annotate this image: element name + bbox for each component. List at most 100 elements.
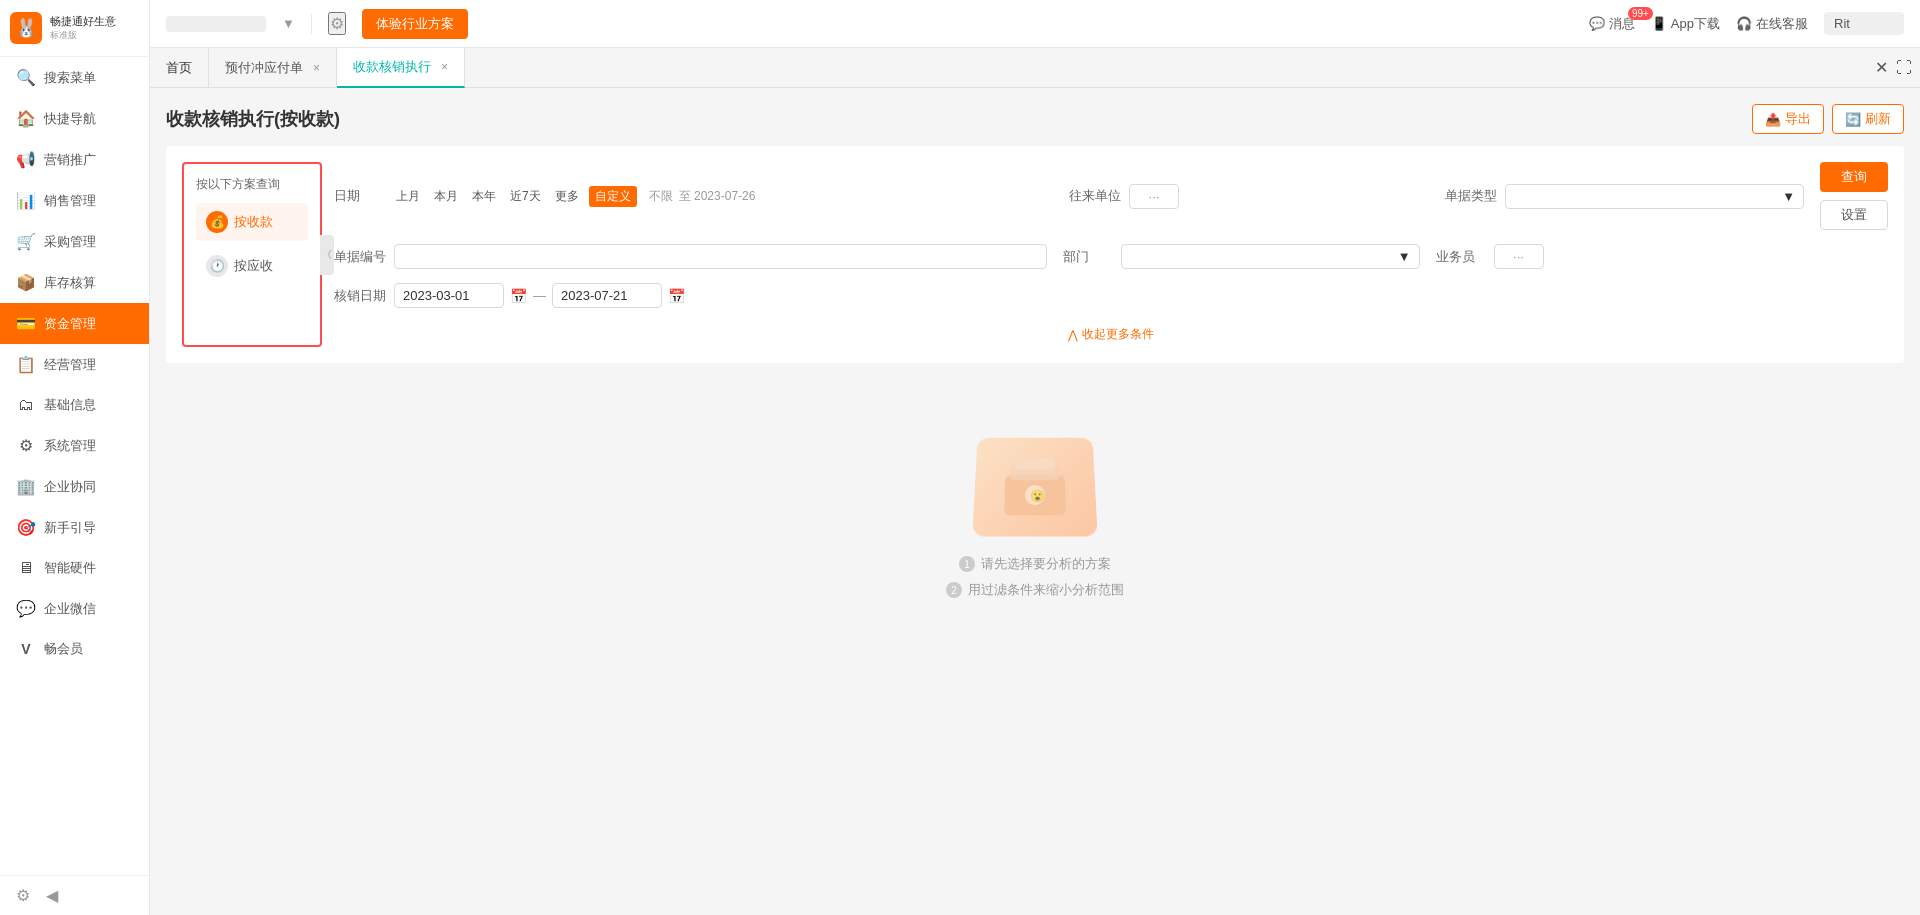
tab-close-btn[interactable]: ✕ <box>1875 58 1888 77</box>
tabbar: 首页 预付冲应付单 × 收款核销执行 × ✕ ⛶ <box>150 48 1920 88</box>
topbar-brand <box>166 16 266 32</box>
topbar-app-download[interactable]: 📱 App下载 <box>1651 15 1720 33</box>
wechat-icon: 💬 <box>16 599 36 618</box>
dept-label: 部门 <box>1063 248 1113 266</box>
doc-type-label: 单据类型 <box>1445 187 1497 205</box>
staff-input[interactable]: ··· <box>1494 244 1544 269</box>
sidebar-item-operation[interactable]: 📋 经营管理 <box>0 344 149 385</box>
sidebar-item-collab[interactable]: 🏢 企业协同 <box>0 466 149 507</box>
date-btn-this-month[interactable]: 本月 <box>430 186 462 207</box>
sidebar-item-marketing[interactable]: 📢 营销推广 <box>0 139 149 180</box>
topbar-gear-btn[interactable]: ⚙ <box>328 12 346 35</box>
doc-type-select[interactable]: ▼ <box>1505 184 1805 209</box>
tab-close-collection[interactable]: × <box>441 60 448 74</box>
tab-close-prepay[interactable]: × <box>313 61 320 75</box>
operation-icon: 📋 <box>16 355 36 374</box>
home-icon: 🏠 <box>16 109 36 128</box>
filter-group-doc-type: 单据类型 ▼ <box>1445 184 1805 209</box>
collab-icon: 🏢 <box>16 477 36 496</box>
collapse-more-icon: ⋀ <box>1068 328 1078 342</box>
staff-label: 业务员 <box>1436 248 1486 266</box>
sidebar-item-finance[interactable]: 💳 资金管理 <box>0 303 149 344</box>
filter-panel-collapse-btn[interactable]: 《 <box>320 235 334 275</box>
cancel-date-end-icon[interactable]: 📅 <box>668 288 685 304</box>
tab-home[interactable]: 首页 <box>150 48 209 87</box>
dept-select[interactable]: ▼ <box>1121 244 1420 269</box>
tab-prepay[interactable]: 预付冲应付单 × <box>209 48 337 87</box>
topbar-user[interactable]: Rit <box>1824 12 1904 35</box>
inventory-icon: 📦 <box>16 273 36 292</box>
refresh-icon: 🔄 <box>1845 112 1861 127</box>
sales-icon: 📊 <box>16 191 36 210</box>
filter-row-3: 核销日期 📅 — 📅 <box>334 283 1888 308</box>
filter-group-date: 日期 上月 本月 本年 近7天 更多 自定义 不限 至 2023-07-26 <box>334 186 1053 207</box>
sidebar-logo: 🐰 畅捷通好生意 标准版 <box>0 0 149 57</box>
member-icon: V <box>16 641 36 657</box>
setting-btn[interactable]: 设置 <box>1820 200 1888 230</box>
filter-option-collection[interactable]: 💰 按收款 <box>196 203 308 241</box>
filter-row-1: 日期 上月 本月 本年 近7天 更多 自定义 不限 至 2023-07-26 <box>334 162 1888 230</box>
collection-option-icon: 💰 <box>206 211 228 233</box>
query-btn[interactable]: 查询 <box>1820 162 1888 192</box>
filter-group-staff: 业务员 ··· <box>1436 244 1793 269</box>
cancel-date-start-icon[interactable]: 📅 <box>510 288 527 304</box>
page-title: 收款核销执行(按收款) <box>166 107 340 131</box>
filter-panel-title: 按以下方案查询 <box>196 176 308 193</box>
collapse-sidebar-icon[interactable]: ◀ <box>46 886 58 905</box>
cancel-date-range: 📅 — 📅 <box>394 283 685 308</box>
sidebar-item-basic[interactable]: 🗂 基础信息 <box>0 385 149 425</box>
date-btn-last-month[interactable]: 上月 <box>392 186 424 207</box>
sidebar-item-member[interactable]: V 畅会员 <box>0 629 149 669</box>
topbar-online-service[interactable]: 🎧 在线客服 <box>1736 15 1808 33</box>
solution-btn[interactable]: 体验行业方案 <box>362 9 468 39</box>
service-icon: 🎧 <box>1736 16 1752 31</box>
unit-label: 往来单位 <box>1069 187 1121 205</box>
date-btn-custom[interactable]: 自定义 <box>589 186 637 207</box>
filter-group-cancel-date: 核销日期 📅 — 📅 <box>334 283 1047 308</box>
sidebar-item-search[interactable]: 🔍 搜索菜单 <box>0 57 149 98</box>
system-icon: ⚙ <box>16 436 36 455</box>
topbar-divider <box>311 14 312 34</box>
filter-action-btns: 查询 设置 <box>1820 162 1888 230</box>
sidebar-item-nav[interactable]: 🏠 快捷导航 <box>0 98 149 139</box>
empty-hint-2: 2 用过滤条件来缩小分析范围 <box>946 581 1124 599</box>
page-content: 收款核销执行(按收款) 📤 导出 🔄 刷新 按以下方案查询 💰 按收款 <box>150 88 1920 915</box>
sidebar-item-sales[interactable]: 📊 销售管理 <box>0 180 149 221</box>
filter-fields: 日期 上月 本月 本年 近7天 更多 自定义 不限 至 2023-07-26 <box>334 162 1888 347</box>
date-shortcuts: 上月 本月 本年 近7天 更多 自定义 不限 至 2023-07-26 <box>392 186 755 207</box>
sidebar-item-guide[interactable]: 🎯 新手引导 <box>0 507 149 548</box>
cancel-date-start[interactable] <box>394 283 504 308</box>
sidebar-item-wechat[interactable]: 💬 企业微信 <box>0 588 149 629</box>
date-label: 日期 <box>334 187 384 205</box>
date-no-limit: 不限 <box>649 188 673 205</box>
logo-text: 畅捷通好生意 标准版 <box>50 14 116 41</box>
filter-option-receivable[interactable]: 🕐 按应收 <box>196 247 308 285</box>
date-to-text: 至 2023-07-26 <box>679 188 756 205</box>
sidebar-item-purchase[interactable]: 🛒 采购管理 <box>0 221 149 262</box>
guide-icon: 🎯 <box>16 518 36 537</box>
collapse-more-btn[interactable]: ⋀ 收起更多条件 <box>334 322 1888 347</box>
svg-rect-2 <box>1015 458 1054 469</box>
date-btn-more[interactable]: 更多 <box>551 186 583 207</box>
refresh-btn[interactable]: 🔄 刷新 <box>1832 104 1904 134</box>
topbar-chevron-icon[interactable]: ▼ <box>282 16 295 31</box>
sidebar-item-inventory[interactable]: 📦 库存核算 <box>0 262 149 303</box>
date-btn-7days[interactable]: 近7天 <box>506 186 545 207</box>
filter-group-dept: 部门 ▼ <box>1063 244 1420 269</box>
date-btn-this-year[interactable]: 本年 <box>468 186 500 207</box>
export-btn[interactable]: 📤 导出 <box>1752 104 1824 134</box>
sidebar-nav: 🔍 搜索菜单 🏠 快捷导航 📢 营销推广 📊 销售管理 🛒 采购管理 📦 库存核… <box>0 57 149 875</box>
doc-no-input[interactable] <box>394 244 1047 269</box>
page-header: 收款核销执行(按收款) 📤 导出 🔄 刷新 <box>166 104 1904 134</box>
sidebar-item-system[interactable]: ⚙ 系统管理 <box>0 425 149 466</box>
unit-input[interactable]: ··· <box>1129 184 1179 209</box>
topbar-msg[interactable]: 💬 消息 99+ <box>1589 15 1635 33</box>
filter-group-doc-no: 单据编号 <box>334 244 1047 269</box>
tab-expand-btn[interactable]: ⛶ <box>1896 59 1912 77</box>
sidebar-item-hardware[interactable]: 🖥 智能硬件 <box>0 548 149 588</box>
empty-svg: 😮 <box>994 447 1077 526</box>
settings-footer-icon[interactable]: ⚙ <box>16 886 30 905</box>
cancel-date-end[interactable] <box>552 283 662 308</box>
topbar: ▼ ⚙ 体验行业方案 💬 消息 99+ 📱 App下载 🎧 在线客服 Rit <box>150 0 1920 48</box>
tab-collection[interactable]: 收款核销执行 × <box>337 48 465 88</box>
